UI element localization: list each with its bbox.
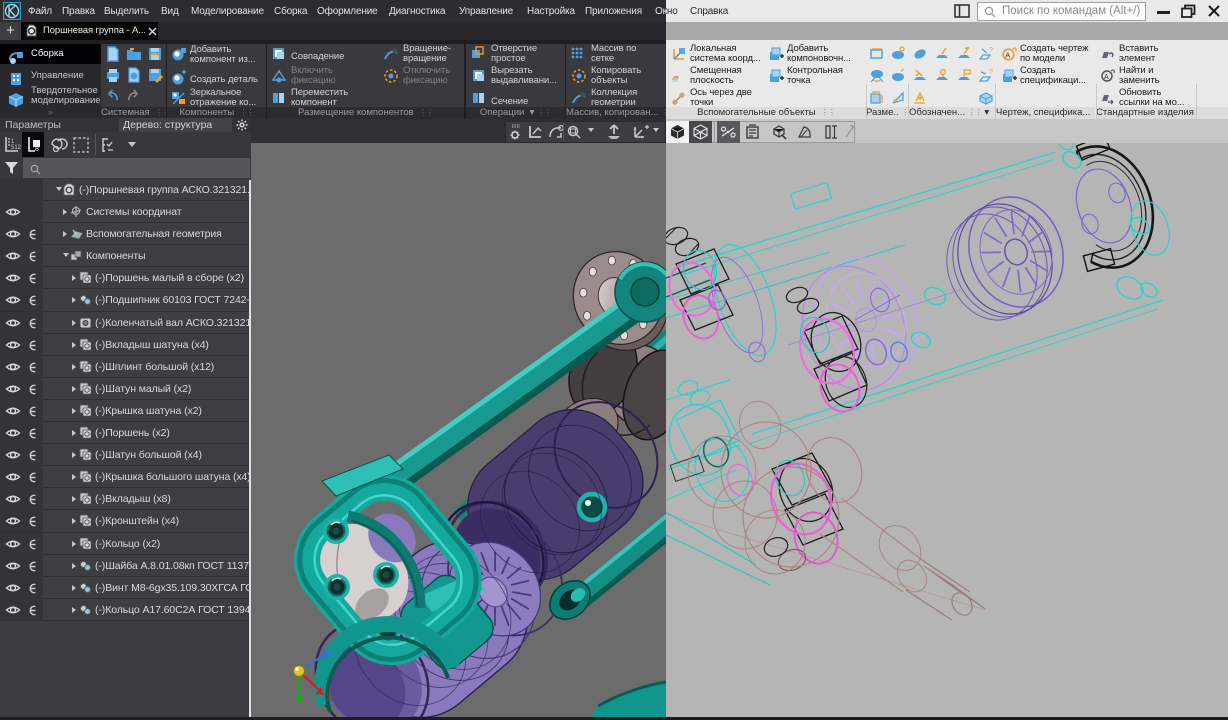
- svg-text:?: ?: [989, 47, 993, 54]
- svg-text:X: X: [326, 693, 333, 704]
- svg-text:A: A: [1104, 74, 1109, 81]
- svg-text:Z: Z: [331, 648, 337, 659]
- svg-text:512: 512: [11, 145, 21, 151]
- svg-text:?: ?: [989, 69, 993, 76]
- svg-text:A: A: [1005, 51, 1010, 60]
- svg-text:8: 8: [35, 146, 39, 153]
